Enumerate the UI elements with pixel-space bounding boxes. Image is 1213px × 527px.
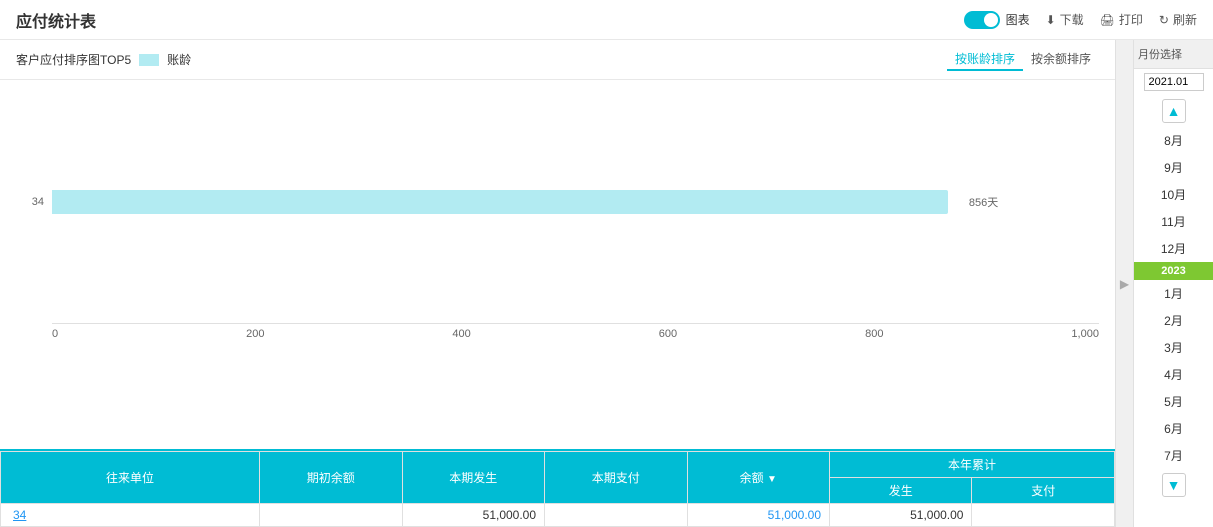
- th-ytd-group: 本年累计: [830, 452, 1115, 478]
- sidebar-header-label: 月份选择: [1138, 46, 1182, 62]
- cell-unit[interactable]: 34: [1, 504, 260, 527]
- th-ytd-pay: 支付: [972, 478, 1115, 504]
- chart-toggle-wrap[interactable]: 图表: [964, 11, 1030, 29]
- refresh-button[interactable]: ↻ 刷新: [1159, 11, 1197, 28]
- legend-box: [139, 54, 159, 66]
- collapse-icon: ▶: [1120, 277, 1129, 291]
- th-unit: 往来单位: [1, 452, 260, 504]
- chart-legend: 客户应付排序图TOP5 账龄: [16, 51, 191, 68]
- x-axis-200: 200: [246, 328, 264, 340]
- chart-section: 客户应付排序图TOP5 账龄 按账龄排序 按余额排序 34: [0, 40, 1115, 527]
- legend-label: 客户应付排序图TOP5: [16, 51, 131, 68]
- x-axis-600: 600: [659, 328, 677, 340]
- sidebar-collapse-btn[interactable]: ▶: [1115, 40, 1133, 527]
- bar-end-label: 856天: [969, 194, 998, 210]
- x-axis-1000: 1,000: [1071, 328, 1099, 340]
- x-axis-0: 0: [52, 328, 58, 340]
- th-ytd-occur: 发生: [830, 478, 972, 504]
- x-axis: 0 200 400 600 800 1,000: [52, 323, 1099, 340]
- refresh-icon: ↻: [1159, 13, 1169, 27]
- table-section: 往来单位 期初余额 本期发生 本期支付 余额 ▼ 本年累计 发生: [0, 449, 1115, 527]
- header-actions: 图表 ⬇ 下载 🖨 打印 ↻ 刷新: [964, 11, 1197, 29]
- app-container: 应付统计表 图表 ⬇ 下载 🖨 打印 ↻ 刷新: [0, 0, 1213, 527]
- sidebar-month-7月[interactable]: 7月: [1134, 442, 1213, 469]
- download-icon: ⬇: [1046, 13, 1056, 27]
- sidebar-month-1月[interactable]: 1月: [1134, 280, 1213, 307]
- th-period-pay: 本期支付: [545, 452, 687, 504]
- bar-container: 856天: [52, 190, 1099, 214]
- chart-body: 34 856天 0 200 400 600 800 1,000: [0, 80, 1115, 449]
- x-axis-800: 800: [865, 328, 883, 340]
- sidebar-month-3月[interactable]: 3月: [1134, 334, 1213, 361]
- bar-y-label: 34: [16, 196, 44, 208]
- sidebar-year-wrap: [1134, 69, 1213, 95]
- bar-row-34: 34 856天: [16, 190, 1099, 214]
- cell-balance: 51,000.00: [687, 504, 829, 527]
- cell-period-pay: [545, 504, 687, 527]
- th-balance: 余额 ▼: [687, 452, 829, 504]
- balance-icon: ▼: [767, 474, 777, 485]
- sidebar-month-6月[interactable]: 6月: [1134, 415, 1213, 442]
- sidebar-month-4月[interactable]: 4月: [1134, 361, 1213, 388]
- cell-ytd-pay: [972, 504, 1115, 527]
- sidebar-year-input[interactable]: [1144, 73, 1204, 91]
- refresh-label: 刷新: [1173, 11, 1197, 28]
- chart-toggle-label: 图表: [1006, 11, 1030, 28]
- download-label: 下载: [1060, 11, 1084, 28]
- chart-canvas: 34 856天 0 200 400 600 800 1,000: [16, 90, 1099, 350]
- sidebar-month-5月[interactable]: 5月: [1134, 388, 1213, 415]
- chart-toggle[interactable]: [964, 11, 1000, 29]
- cell-ytd-occur: 51,000.00: [830, 504, 972, 527]
- sort-by-balance-btn[interactable]: 按余额排序: [1023, 48, 1099, 71]
- sidebar-up-btn[interactable]: ▲: [1162, 99, 1186, 123]
- sort-buttons: 按账龄排序 按余额排序: [947, 48, 1099, 71]
- page-title: 应付统计表: [16, 8, 96, 32]
- toggle-knob: [984, 13, 998, 27]
- sidebar-month-2月[interactable]: 2月: [1134, 307, 1213, 334]
- header: 应付统计表 图表 ⬇ 下载 🖨 打印 ↻ 刷新: [0, 0, 1213, 40]
- bar-fill: [52, 190, 948, 214]
- sidebar: 月份选择 ▲ 8月9月10月11月12月20231月2月3月4月5月6月7月 ▼: [1133, 40, 1213, 527]
- sidebar-month-10月[interactable]: 10月: [1134, 181, 1213, 208]
- cell-period-occur: 51,000.00: [402, 504, 544, 527]
- sidebar-month-11月[interactable]: 11月: [1134, 208, 1213, 235]
- th-period-occur: 本期发生: [402, 452, 544, 504]
- sidebar-down-btn[interactable]: ▼: [1162, 473, 1186, 497]
- data-table: 往来单位 期初余额 本期发生 本期支付 余额 ▼ 本年累计 发生: [0, 451, 1115, 527]
- print-icon: 🖨: [1100, 13, 1115, 27]
- sidebar-header: 月份选择: [1134, 40, 1213, 69]
- th-opening: 期初余额: [260, 452, 402, 504]
- download-button[interactable]: ⬇ 下载: [1046, 11, 1084, 28]
- sidebar-month-9月[interactable]: 9月: [1134, 154, 1213, 181]
- sidebar-months: 8月9月10月11月12月20231月2月3月4月5月6月7月: [1134, 127, 1213, 469]
- sort-by-amount-btn[interactable]: 按账龄排序: [947, 48, 1023, 71]
- print-label: 打印: [1119, 11, 1143, 28]
- sidebar-month-2023[interactable]: 2023: [1134, 262, 1213, 280]
- chart-top: 客户应付排序图TOP5 账龄 按账龄排序 按余额排序: [0, 40, 1115, 80]
- sidebar-month-12月[interactable]: 12月: [1134, 235, 1213, 262]
- x-axis-400: 400: [452, 328, 470, 340]
- main-content: 客户应付排序图TOP5 账龄 按账龄排序 按余额排序 34: [0, 40, 1213, 527]
- sidebar-wrap: ▶ 月份选择 ▲ 8月9月10月11月12月20231月2月3月4月5月6月7月…: [1115, 40, 1213, 527]
- print-button[interactable]: 🖨 打印: [1100, 11, 1143, 28]
- sidebar-month-8月[interactable]: 8月: [1134, 127, 1213, 154]
- cell-opening: [260, 504, 402, 527]
- table-row: 34 51,000.00 51,000.00 51,000.00: [1, 504, 1115, 527]
- legend-item-label: 账龄: [167, 51, 191, 68]
